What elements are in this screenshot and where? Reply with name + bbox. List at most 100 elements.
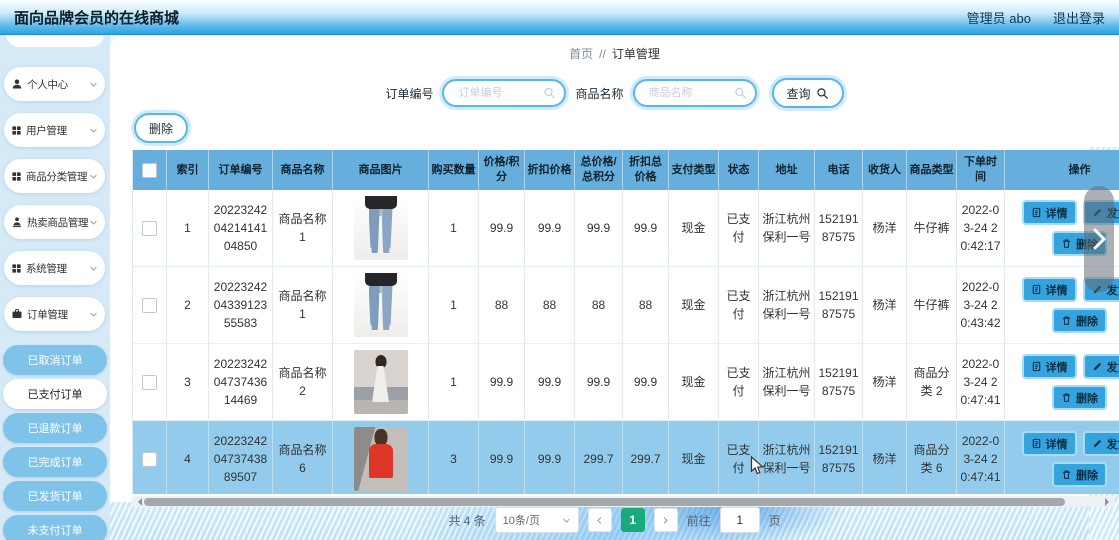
table-row: 4 202232420473743889507 商品名称 6 3 99.9 99.9 299… — [133, 421, 1119, 494]
search-bar: 订单编号 商品名称 查询 — [110, 78, 1119, 108]
sidebar-item-partial[interactable] — [6, 35, 104, 47]
ship-button[interactable]: 发货 — [1082, 431, 1119, 456]
cell-price: 99.9 — [479, 190, 525, 266]
briefcase-icon — [11, 308, 23, 320]
cell-pay_type: 现金 — [669, 190, 719, 266]
sidebar-subitem-label: 已取消订单 — [27, 355, 83, 367]
cell-order_time: 2022-03-24 20:47:41 — [957, 421, 1005, 494]
top-header: 面向品牌会员的在线商城 管理员 abo 退出登录 — [0, 0, 1119, 35]
query-button[interactable]: 查询 — [771, 78, 844, 108]
detail-button[interactable]: 详情 — [1021, 200, 1077, 225]
delete-row-button[interactable]: 删除 — [1052, 308, 1107, 333]
row-checkbox[interactable] — [142, 220, 157, 236]
drawer-toggle[interactable] — [1084, 186, 1114, 292]
admin-user-label: 管理员 abo — [966, 10, 1031, 26]
product-image — [353, 427, 408, 491]
sidebar-item-label: 个人中心 — [27, 78, 68, 91]
cell-price: 88 — [479, 267, 525, 343]
chevron-left-icon — [597, 516, 602, 524]
breadcrumb-home[interactable]: 首页 — [569, 47, 593, 61]
cell-order_no: 202232420473743614469 — [209, 344, 273, 420]
next-page-button[interactable] — [653, 508, 678, 532]
scroll-right-arrow-icon[interactable] — [1105, 497, 1113, 506]
search-icon — [543, 87, 556, 100]
product-name-input[interactable] — [646, 86, 731, 100]
cell-order_no: 202232420473743889507 — [209, 421, 273, 494]
cell-checkbox — [133, 267, 167, 343]
sidebar-subitem[interactable]: 已完成订单 — [3, 447, 107, 477]
prev-page-button[interactable] — [587, 508, 612, 532]
cell-discount_total: 99.9 — [623, 344, 669, 420]
batch-delete-button[interactable]: 删除 — [134, 113, 189, 143]
order-no-input-wrap — [442, 79, 567, 107]
row-checkbox[interactable] — [142, 297, 157, 313]
sidebar-subitem[interactable]: 已取消订单 — [3, 345, 107, 375]
cell-price: 99.9 — [479, 344, 525, 420]
sidebar-item-4[interactable]: 热卖商品管理 — [4, 205, 105, 239]
pagination: 共 4 条 10条/页 1 前往 页 — [110, 507, 1119, 533]
grid-icon — [11, 125, 22, 136]
detail-button[interactable]: 详情 — [1021, 431, 1077, 456]
row-checkbox[interactable] — [142, 374, 157, 390]
cell-index: 2 — [167, 267, 209, 343]
logout-link[interactable]: 退出登录 — [1053, 8, 1105, 27]
header-user-area: 管理员 abo 退出登录 — [967, 8, 1105, 27]
row-checkbox[interactable] — [142, 451, 157, 467]
sidebar-item-6[interactable]: 订单管理 — [4, 297, 105, 331]
sidebar-subitem-label: 已完成订单 — [27, 457, 83, 469]
cell-product_name: 商品名称 1 — [273, 190, 333, 266]
cell-status: 已支付 — [719, 190, 759, 266]
sidebar-subitem[interactable]: 已支付订单 — [3, 379, 107, 409]
cell-pay_type: 现金 — [669, 344, 719, 420]
cell-product_type: 商品分类 6 — [907, 421, 957, 494]
cell-address: 浙江杭州保利一号 — [759, 421, 815, 494]
column-header: 折扣总价格 — [623, 150, 669, 190]
cell-checkbox — [133, 421, 167, 494]
cell-index: 1 — [167, 190, 209, 266]
delete-row-button[interactable]: 删除 — [1052, 385, 1107, 410]
sidebar-subitem[interactable]: 未支付订单 — [3, 515, 107, 540]
cell-order_time: 2022-03-24 20:42:17 — [957, 190, 1005, 266]
detail-button[interactable]: 详情 — [1021, 354, 1077, 379]
sidebar-item-2[interactable]: 用户管理 — [4, 113, 105, 147]
cell-phone: 15219187575 — [815, 190, 863, 266]
page-size-select[interactable]: 10条/页 — [494, 507, 579, 533]
sidebar-subitem-label: 未支付订单 — [27, 525, 83, 537]
cell-quantity: 1 — [429, 267, 479, 343]
order-no-label: 订单编号 — [385, 86, 434, 101]
cell-quantity: 1 — [429, 344, 479, 420]
breadcrumb-separator: // — [599, 47, 606, 61]
goto-page-input[interactable] — [719, 507, 760, 533]
chevron-down-icon — [89, 80, 98, 89]
horizontal-scrollbar[interactable] — [132, 496, 1115, 507]
sidebar-subitem[interactable]: 已发货订单 — [3, 481, 107, 511]
scrollbar-thumb[interactable] — [144, 497, 1065, 506]
cell-photo — [333, 344, 429, 420]
scrollbar-track[interactable] — [144, 497, 1103, 506]
cell-discount_price: 99.9 — [525, 421, 575, 494]
order-no-input[interactable] — [456, 86, 541, 100]
select-all-checkbox[interactable] — [142, 162, 157, 178]
chevron-down-icon — [562, 518, 570, 523]
page-1-button[interactable]: 1 — [620, 508, 645, 532]
sidebar-item-5[interactable]: 系统管理 — [4, 251, 105, 285]
chevron-down-icon — [89, 218, 98, 227]
column-header: 商品图片 — [333, 150, 429, 190]
product-name-input-wrap — [632, 79, 757, 107]
cell-quantity: 3 — [429, 421, 479, 494]
cell-phone: 15219187575 — [815, 421, 863, 494]
delete-row-button[interactable]: 删除 — [1052, 462, 1107, 487]
ship-button[interactable]: 发货 — [1082, 354, 1119, 379]
product-name-label: 商品名称 — [575, 86, 624, 101]
table-body: 1 202232420421414104850 商品名称 1 1 99.9 99.9 99.… — [133, 190, 1119, 494]
detail-button[interactable]: 详情 — [1021, 277, 1077, 302]
cell-product_name: 商品名称 1 — [273, 267, 333, 343]
sidebar-subitem[interactable]: 已退款订单 — [3, 413, 107, 443]
chevron-down-icon — [89, 172, 98, 181]
scroll-left-arrow-icon[interactable] — [134, 497, 142, 506]
cell-address: 浙江杭州保利一号 — [759, 190, 815, 266]
sidebar-item-1[interactable]: 个人中心 — [4, 67, 105, 101]
grid-icon — [11, 263, 22, 274]
sidebar-item-3[interactable]: 商品分类管理 — [4, 159, 105, 193]
column-header: 操作 — [1005, 150, 1119, 190]
